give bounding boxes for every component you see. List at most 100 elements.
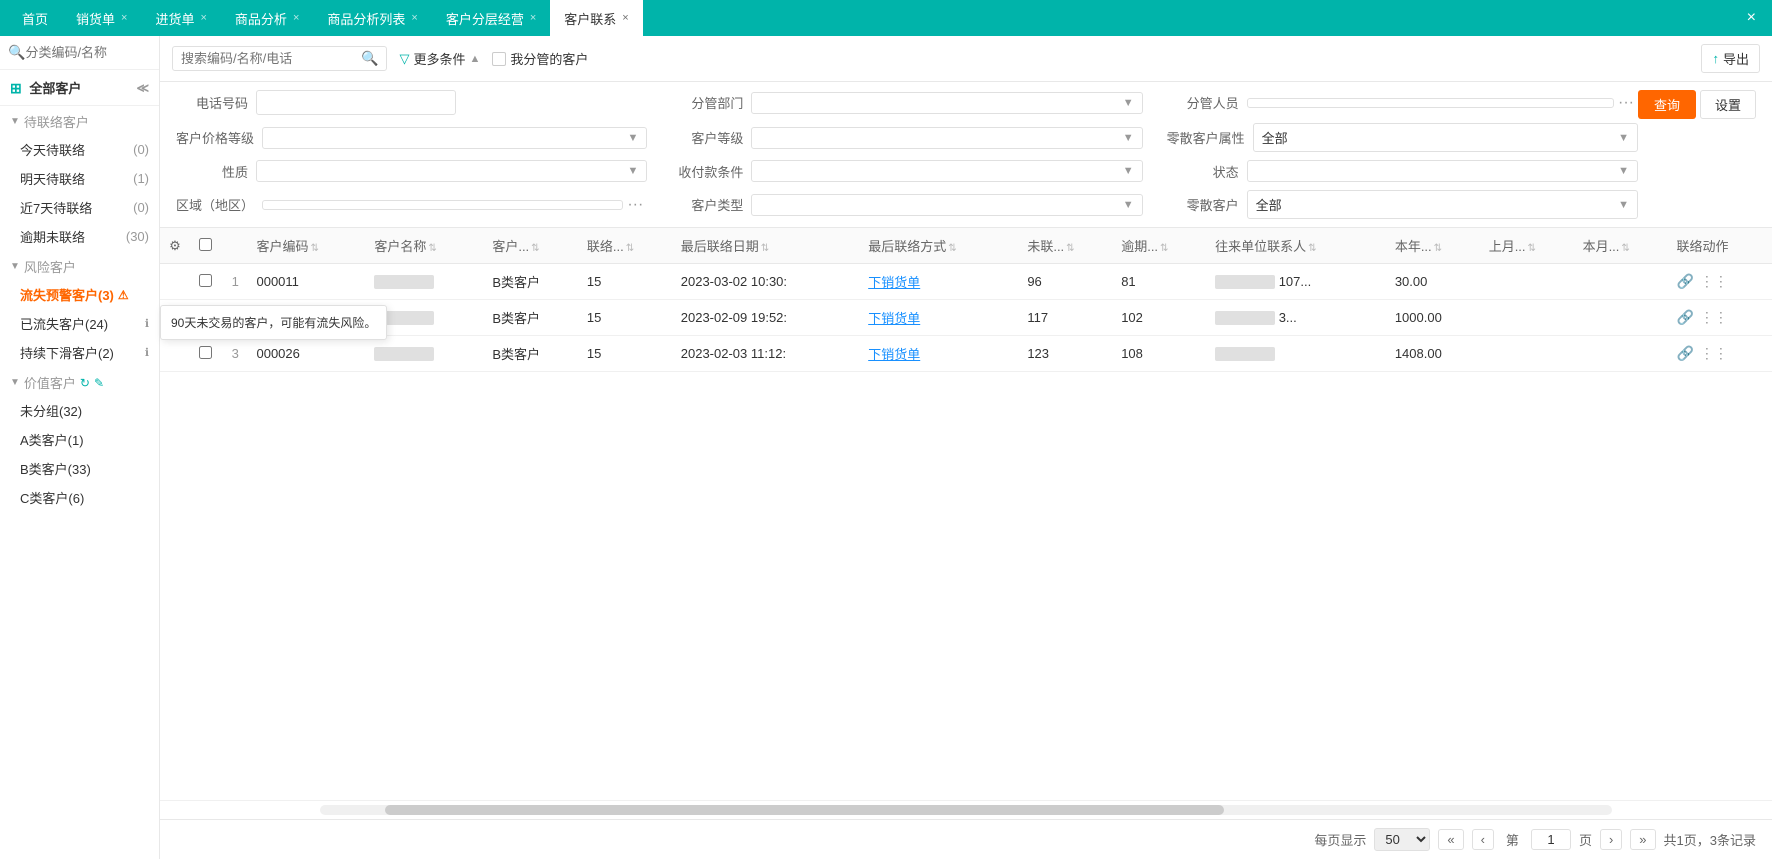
prev-page-btn[interactable]: ‹ — [1472, 829, 1494, 850]
table-body: 1 000011 B类客户 15 2023-03-02 10:30: 下销货单 … — [160, 264, 1772, 372]
per-page-select[interactable]: 50 100 200 — [1374, 828, 1430, 851]
horizontal-scrollbar[interactable] — [320, 805, 1612, 815]
sidebar-item-churn-warning[interactable]: 流失预警客户(3) ⚠ — [0, 280, 159, 309]
nav-customer-segment[interactable]: 客户分层经营 × — [432, 0, 550, 36]
sidebar-item-class-b[interactable]: B类客户(33) — [0, 454, 159, 483]
last-page-btn[interactable]: » — [1630, 829, 1655, 850]
filter-dept-select[interactable]: ▼ — [751, 92, 1142, 114]
close-product-analysis-list-icon[interactable]: × — [411, 12, 417, 24]
th-last-month[interactable]: 上月...⇅ — [1483, 228, 1577, 264]
nav-customer-contact[interactable]: 客户联系 × — [550, 0, 642, 36]
row-contact: 15 — [581, 300, 675, 336]
row-action-more-icon[interactable]: ⋮⋮ — [1700, 309, 1728, 326]
filter-manager-select[interactable] — [1247, 98, 1614, 108]
row-uncontacted: 123 — [1021, 336, 1115, 372]
scrollbar-thumb[interactable] — [385, 805, 1225, 815]
row-checkbox[interactable] — [190, 336, 220, 372]
edit-icon[interactable]: ✎ — [94, 376, 104, 390]
sidebar-all-customers[interactable]: ⊞ 全部客户 ≪ — [0, 70, 159, 106]
settings-button[interactable]: 设置 — [1700, 90, 1756, 119]
sidebar-item-today[interactable]: 今天待联络 (0) — [0, 135, 159, 164]
sidebar-item-class-c[interactable]: C类客户(6) — [0, 483, 159, 512]
filter-manager-ellipsis[interactable]: ··· — [1614, 94, 1638, 112]
th-type[interactable]: 客户...⇅ — [486, 228, 581, 264]
th-checkbox[interactable] — [190, 228, 220, 264]
page-number-input[interactable] — [1531, 829, 1571, 850]
row-checkbox[interactable] — [190, 300, 220, 336]
th-name[interactable]: 客户名称⇅ — [368, 228, 486, 264]
row-overdue: 108 — [1115, 336, 1209, 372]
nav-home[interactable]: 首页 — [8, 0, 62, 36]
filter-retail-select[interactable]: 全部 ▼ — [1247, 190, 1638, 219]
select-all-checkbox[interactable] — [199, 238, 212, 251]
sidebar-item-ungroup[interactable]: 未分组(32) — [0, 396, 159, 425]
filter-customer-level-select[interactable]: ▼ — [751, 127, 1142, 149]
window-close-button[interactable]: × — [1739, 9, 1764, 27]
nav-purchase-order[interactable]: 进货单 × — [141, 0, 220, 36]
close-purchase-order-icon[interactable]: × — [200, 12, 206, 24]
th-code[interactable]: 客户编码⇅ — [250, 228, 368, 264]
row-action-link-icon[interactable]: 🔗 — [1676, 273, 1693, 290]
next-page-btn[interactable]: › — [1600, 829, 1622, 850]
sidebar-group-value[interactable]: ▼ 价值客户 ↻ ✎ — [0, 367, 159, 396]
refresh-icon[interactable]: ↻ — [80, 376, 90, 390]
my-customers-toggle[interactable]: 我分管的客户 — [492, 49, 588, 68]
row-action-more-icon[interactable]: ⋮⋮ — [1700, 345, 1728, 362]
sidebar-item-class-a[interactable]: A类客户(1) — [0, 425, 159, 454]
filter-region-ellipsis[interactable]: ··· — [623, 196, 647, 214]
th-settings[interactable]: ⚙ — [160, 228, 190, 264]
filter-nature-select[interactable]: ▼ — [256, 160, 647, 182]
nav-product-analysis[interactable]: 商品分析 × — [221, 0, 313, 36]
nav-sales-order[interactable]: 销货单 × — [62, 0, 141, 36]
row-action-link-icon[interactable]: 🔗 — [1676, 345, 1693, 362]
sidebar-group-risk[interactable]: ▼ 风险客户 — [0, 251, 159, 280]
nature-arrow: ▼ — [627, 165, 638, 177]
row-action-link-icon[interactable]: 🔗 — [1676, 309, 1693, 326]
filter-payment-label: 收付款条件 — [671, 162, 751, 181]
filter-retail-attr-select[interactable]: 全部 ▼ — [1253, 123, 1638, 152]
first-page-btn[interactable]: « — [1438, 829, 1463, 850]
th-contacts[interactable]: 往来单位联系人⇅ — [1209, 228, 1389, 264]
close-customer-contact-icon[interactable]: × — [622, 12, 628, 24]
th-overdue[interactable]: 逾期...⇅ — [1115, 228, 1209, 264]
row-contact: 15 — [581, 336, 675, 372]
sidebar-item-declining[interactable]: 持续下滑客户(2) ℹ — [0, 338, 159, 367]
th-this-month[interactable]: 本月...⇅ — [1577, 228, 1671, 264]
th-uncontacted[interactable]: 未联...⇅ — [1021, 228, 1115, 264]
search-input[interactable] — [181, 51, 361, 66]
filter-customer-type-select[interactable]: ▼ — [751, 194, 1142, 216]
close-customer-segment-icon[interactable]: × — [530, 12, 536, 24]
export-button[interactable]: ↑ 导出 — [1701, 44, 1760, 73]
row-action-more-icon[interactable]: ⋮⋮ — [1700, 273, 1728, 290]
query-button[interactable]: 查询 — [1638, 90, 1696, 119]
search-submit-icon[interactable]: 🔍 — [361, 50, 378, 67]
row-checkbox[interactable] — [190, 264, 220, 300]
filter-phone-input[interactable] — [256, 90, 456, 115]
filter-price-label: 客户价格等级 — [176, 128, 262, 147]
close-sales-order-icon[interactable]: × — [121, 12, 127, 24]
row-type: B类客户 — [486, 300, 581, 336]
filter-arrow-icon: ▲ — [469, 53, 480, 65]
th-last-contact-date[interactable]: 最后联络日期⇅ — [675, 228, 862, 264]
filter-region-select[interactable] — [262, 200, 623, 210]
th-this-year[interactable]: 本年...⇅ — [1389, 228, 1483, 264]
nav-product-analysis-list[interactable]: 商品分析列表 × — [313, 0, 431, 36]
filter-more-btn[interactable]: ▽ 更多条件 ▲ — [399, 49, 480, 68]
sidebar-item-7days[interactable]: 近7天待联络 (0) — [0, 193, 159, 222]
th-last-contact-way[interactable]: 最后联络方式⇅ — [862, 228, 1021, 264]
filter-payment-select[interactable]: ▼ — [751, 160, 1142, 182]
sidebar-search-input[interactable] — [25, 45, 160, 60]
row-name — [368, 336, 486, 372]
filter-status-select[interactable]: ▼ — [1247, 160, 1638, 182]
row-contacts — [1209, 336, 1389, 372]
th-contact[interactable]: 联络...⇅ — [581, 228, 675, 264]
close-product-analysis-icon[interactable]: × — [293, 12, 299, 24]
sidebar-item-churned[interactable]: 已流失客户(24) ℹ — [0, 309, 159, 338]
row-this-year: 30.00 — [1389, 264, 1483, 300]
my-customers-checkbox[interactable] — [492, 52, 506, 66]
filter-price-select[interactable]: ▼ — [262, 127, 647, 149]
sidebar-group-pending[interactable]: ▼ 待联络客户 — [0, 106, 159, 135]
sidebar-item-tomorrow[interactable]: 明天待联络 (1) — [0, 164, 159, 193]
sidebar-item-overdue[interactable]: 逾期未联络 (30) — [0, 222, 159, 251]
row-last-month — [1483, 300, 1577, 336]
